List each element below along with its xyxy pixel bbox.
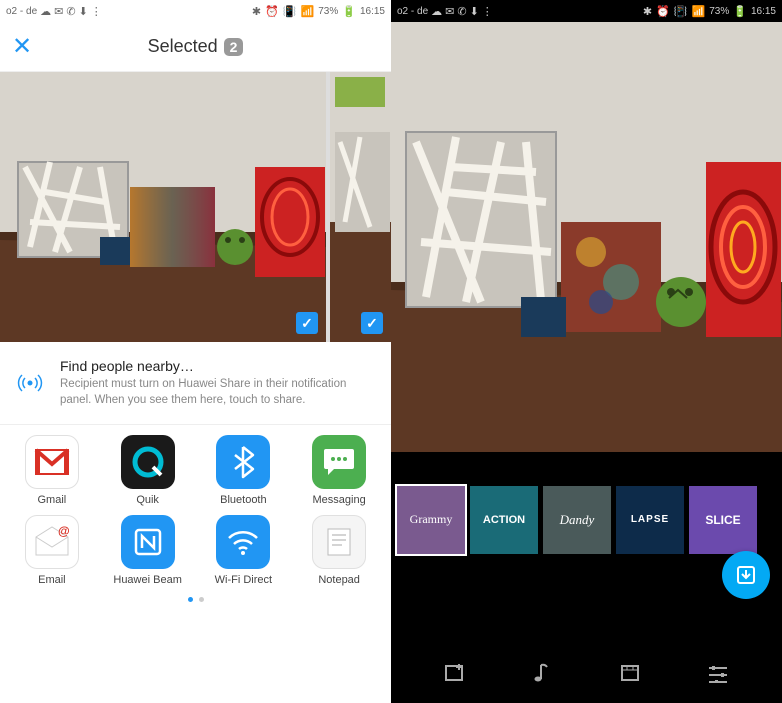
selection-count-badge: 2 <box>224 38 244 56</box>
svg-text:@: @ <box>58 525 70 538</box>
header-title: Selected <box>148 36 218 57</box>
more-status-icon: ⋮ <box>91 5 102 18</box>
bluetooth-icon <box>216 435 270 489</box>
nav-add-media[interactable] <box>435 661 475 685</box>
cloud-icon: ☁ <box>431 5 442 18</box>
nav-clips[interactable] <box>610 662 650 684</box>
close-button[interactable]: ✕ <box>12 32 32 61</box>
app-label: Email <box>38 574 66 587</box>
filter-strip[interactable]: Grammy ACTION Dandy LAPSE SLICE <box>391 472 782 567</box>
app-label: Quik <box>136 494 159 507</box>
vibrate-icon: 📳 <box>283 5 297 18</box>
battery-pct: 73% <box>318 6 338 17</box>
mail-status-icon: ✉ <box>445 5 454 18</box>
download-status-icon: ⬇ <box>79 5 88 18</box>
bluetooth-status-icon: ✱ <box>643 5 652 18</box>
nav-settings[interactable] <box>698 663 738 683</box>
page-dot <box>199 597 204 602</box>
preview-image <box>391 22 782 452</box>
status-bar: o2 - de ☁ ✉ ✆ ⬇ ⋮ ✱ ⏰ 📳 📶 73% 🔋 16:15 <box>391 0 782 22</box>
nearby-title: Find people nearby… <box>60 358 377 374</box>
nearby-desc: Recipient must turn on Huawei Share in t… <box>60 377 377 408</box>
carrier-label: o2 - de <box>397 6 428 17</box>
battery-pct: 73% <box>709 6 729 17</box>
bottom-nav <box>391 643 782 703</box>
photo-thumbnail-2[interactable]: ✓ <box>330 72 391 342</box>
alarm-icon: ⏰ <box>265 5 279 18</box>
video-editor-screen: o2 - de ☁ ✉ ✆ ⬇ ⋮ ✱ ⏰ 📳 📶 73% 🔋 16:15 <box>391 0 782 703</box>
preview-viewport[interactable] <box>391 22 782 452</box>
whatsapp-status-icon: ✆ <box>66 5 75 18</box>
nearby-share-section[interactable]: Find people nearby… Recipient must turn … <box>0 342 391 425</box>
share-app-grid: Gmail Quik Bluetooth Messaging <box>0 425 391 593</box>
filter-grammy[interactable]: Grammy <box>397 486 465 554</box>
save-fab[interactable] <box>722 551 770 599</box>
messaging-icon <box>312 435 366 489</box>
app-label: Notepad <box>318 574 360 587</box>
checkbox-icon[interactable]: ✓ <box>296 312 318 334</box>
header: ✕ Selected 2 <box>0 22 391 72</box>
app-label: Wi-Fi Direct <box>215 574 272 587</box>
photo-image <box>330 72 391 342</box>
page-indicator <box>0 593 391 606</box>
music-icon <box>533 661 553 685</box>
quik-icon <box>121 435 175 489</box>
more-status-icon: ⋮ <box>482 5 493 18</box>
share-screen: o2 - de ☁ ✉ ✆ ⬇ ⋮ ✱ ⏰ 📳 📶 73% 🔋 16:15 ✕ … <box>0 0 391 703</box>
share-app-quik[interactable]: Quik <box>102 435 194 507</box>
filter-lapse[interactable]: LAPSE <box>616 486 684 554</box>
battery-icon: 🔋 <box>733 5 747 18</box>
share-app-messaging[interactable]: Messaging <box>293 435 385 507</box>
app-label: Gmail <box>38 494 67 507</box>
whatsapp-status-icon: ✆ <box>457 5 466 18</box>
clock: 16:15 <box>360 6 385 17</box>
bluetooth-status-icon: ✱ <box>252 5 261 18</box>
photo-strip[interactable]: ✓ ✓ <box>0 72 391 342</box>
app-label: Bluetooth <box>220 494 266 507</box>
filter-slice[interactable]: SLICE <box>689 486 757 554</box>
alarm-icon: ⏰ <box>656 5 670 18</box>
save-icon <box>735 564 757 586</box>
signal-icon: 📶 <box>301 5 315 18</box>
sliders-icon <box>706 663 730 683</box>
photo-thumbnail-1[interactable]: ✓ <box>0 72 326 342</box>
share-app-gmail[interactable]: Gmail <box>6 435 98 507</box>
gmail-icon <box>25 435 79 489</box>
page-dot-active <box>188 597 193 602</box>
carrier-label: o2 - de <box>6 6 37 17</box>
app-label: Huawei Beam <box>113 574 181 587</box>
photo-image <box>0 72 326 342</box>
checkbox-icon[interactable]: ✓ <box>361 312 383 334</box>
share-app-email[interactable]: @ Email <box>6 515 98 587</box>
app-label: Messaging <box>313 494 366 507</box>
share-app-bluetooth[interactable]: Bluetooth <box>198 435 290 507</box>
email-icon: @ <box>25 515 79 569</box>
vibrate-icon: 📳 <box>674 5 688 18</box>
share-app-huawei-beam[interactable]: Huawei Beam <box>102 515 194 587</box>
add-media-icon <box>443 661 467 685</box>
signal-icon: 📶 <box>692 5 706 18</box>
filter-dandy[interactable]: Dandy <box>543 486 611 554</box>
film-icon <box>619 662 641 684</box>
nfc-icon <box>121 515 175 569</box>
download-status-icon: ⬇ <box>470 5 479 18</box>
broadcast-icon <box>12 358 48 408</box>
battery-icon: 🔋 <box>342 5 356 18</box>
share-app-wifi-direct[interactable]: Wi-Fi Direct <box>198 515 290 587</box>
cloud-icon: ☁ <box>40 5 51 18</box>
clock: 16:15 <box>751 6 776 17</box>
mail-status-icon: ✉ <box>54 5 63 18</box>
share-app-notepad[interactable]: Notepad <box>293 515 385 587</box>
notepad-icon <box>312 515 366 569</box>
status-bar: o2 - de ☁ ✉ ✆ ⬇ ⋮ ✱ ⏰ 📳 📶 73% 🔋 16:15 <box>0 0 391 22</box>
filter-action[interactable]: ACTION <box>470 486 538 554</box>
nav-music[interactable] <box>523 661 563 685</box>
wifi-icon <box>216 515 270 569</box>
